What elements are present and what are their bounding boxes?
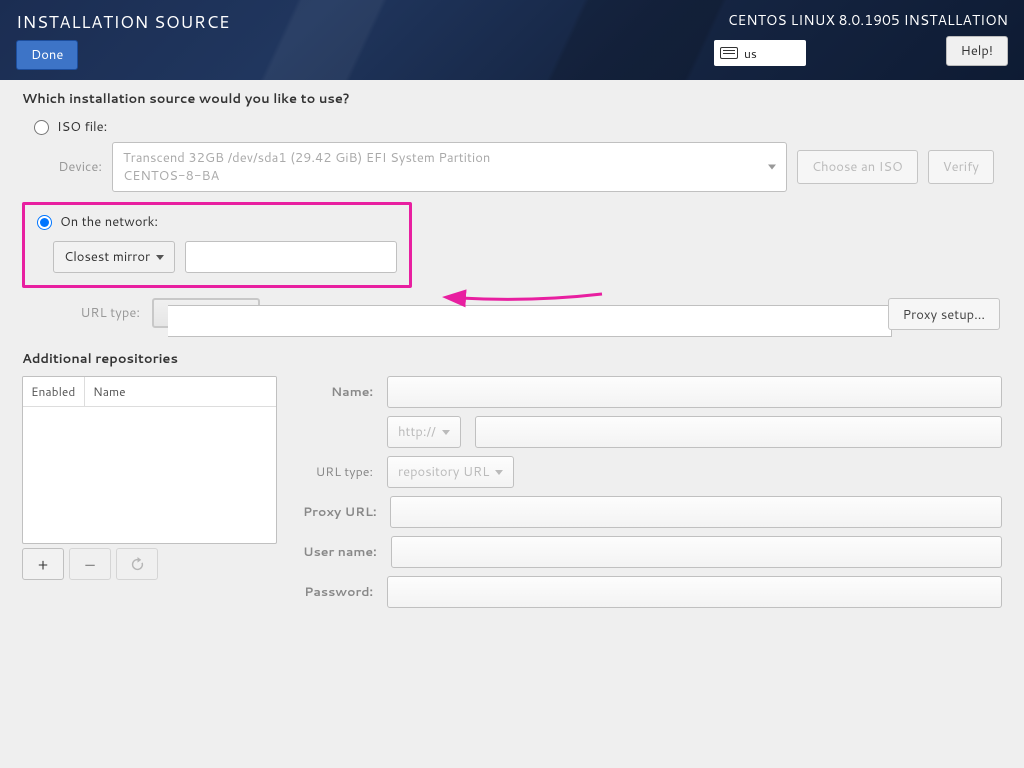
additional-repos-title: Additional repositories (22, 350, 1002, 368)
repo-protocol-combo[interactable]: http:// (387, 416, 461, 448)
repo-url-input[interactable] (475, 416, 1002, 448)
device-line-1: Transcend 32GB /dev/sda1 (29.42 GiB) EFI… (123, 149, 758, 167)
repo-table-tools (22, 548, 277, 580)
keyboard-layout-indicator[interactable]: us (714, 40, 806, 66)
repo-table-header: Enabled Name (23, 377, 276, 407)
device-label: Device: (54, 158, 102, 176)
device-line-2: CENTOS-8-BA (123, 167, 758, 185)
content-area: Which installation source would you like… (0, 80, 1024, 626)
password-input[interactable] (387, 576, 1002, 608)
network-url-row: Closest mirror (53, 241, 397, 273)
done-button[interactable]: Done (16, 40, 78, 70)
repo-url-type-label: URL type: (303, 463, 373, 481)
col-enabled: Enabled (23, 377, 85, 407)
proxy-setup-button[interactable]: Proxy setup... (888, 298, 1000, 330)
device-row: Device: Transcend 32GB /dev/sda1 (29.42 … (54, 142, 994, 192)
help-button[interactable]: Help! (946, 36, 1008, 66)
brand-title: CENTOS LINUX 8.0.1905 INSTALLATION (728, 10, 1008, 30)
network-radio-label: On the network: (60, 213, 158, 231)
repos-area: Enabled Name Name: . http:// (22, 376, 1002, 616)
iso-radio-label: ISO file: (57, 118, 107, 136)
repo-name-input[interactable] (387, 376, 1002, 408)
proxy-url-input[interactable] (390, 496, 1002, 528)
chevron-down-icon (442, 430, 450, 435)
password-label: Password: (303, 583, 373, 601)
keyboard-layout-label: us (744, 45, 757, 62)
network-section-highlight: On the network: Closest mirror (22, 202, 412, 288)
refresh-repo-button[interactable] (116, 548, 158, 580)
device-combo[interactable]: Transcend 32GB /dev/sda1 (29.42 GiB) EFI… (112, 142, 787, 192)
repo-protocol-label: http:// (398, 423, 436, 441)
network-radio[interactable] (37, 215, 52, 230)
network-radio-row: On the network: (37, 213, 397, 231)
mirror-combo-label: Closest mirror (64, 248, 150, 266)
verify-button[interactable]: Verify (928, 150, 994, 184)
col-name: Name (85, 377, 276, 407)
url-type-label: URL type: (78, 304, 140, 322)
chevron-down-icon (768, 165, 776, 170)
repo-url-type-combo[interactable]: repository URL (387, 456, 514, 488)
choose-iso-button[interactable]: Choose an ISO (797, 150, 918, 184)
keyboard-icon (720, 47, 738, 59)
refresh-icon (130, 557, 145, 572)
username-input[interactable] (391, 536, 1002, 568)
header-bar: INSTALLATION SOURCE CENTOS LINUX 8.0.190… (0, 0, 1024, 80)
repo-name-label: Name: (303, 383, 373, 401)
chevron-down-icon (495, 470, 503, 475)
network-url-input-ext[interactable] (168, 305, 892, 337)
add-repo-button[interactable] (22, 548, 64, 580)
iso-radio-row: ISO file: (34, 118, 1002, 136)
repo-table[interactable]: Enabled Name (22, 376, 277, 544)
remove-repo-button[interactable] (69, 548, 111, 580)
iso-radio[interactable] (34, 120, 49, 135)
repo-url-type-value: repository URL (398, 463, 489, 481)
chevron-down-icon (156, 255, 164, 260)
repo-form: Name: . http:// URL type: repository URL (303, 376, 1002, 616)
network-url-input[interactable] (185, 241, 397, 273)
mirror-combo[interactable]: Closest mirror (53, 241, 175, 273)
username-label: User name: (303, 543, 377, 561)
repo-table-area: Enabled Name (22, 376, 277, 616)
source-prompt: Which installation source would you like… (22, 90, 1002, 108)
proxy-url-label: Proxy URL: (303, 503, 376, 521)
